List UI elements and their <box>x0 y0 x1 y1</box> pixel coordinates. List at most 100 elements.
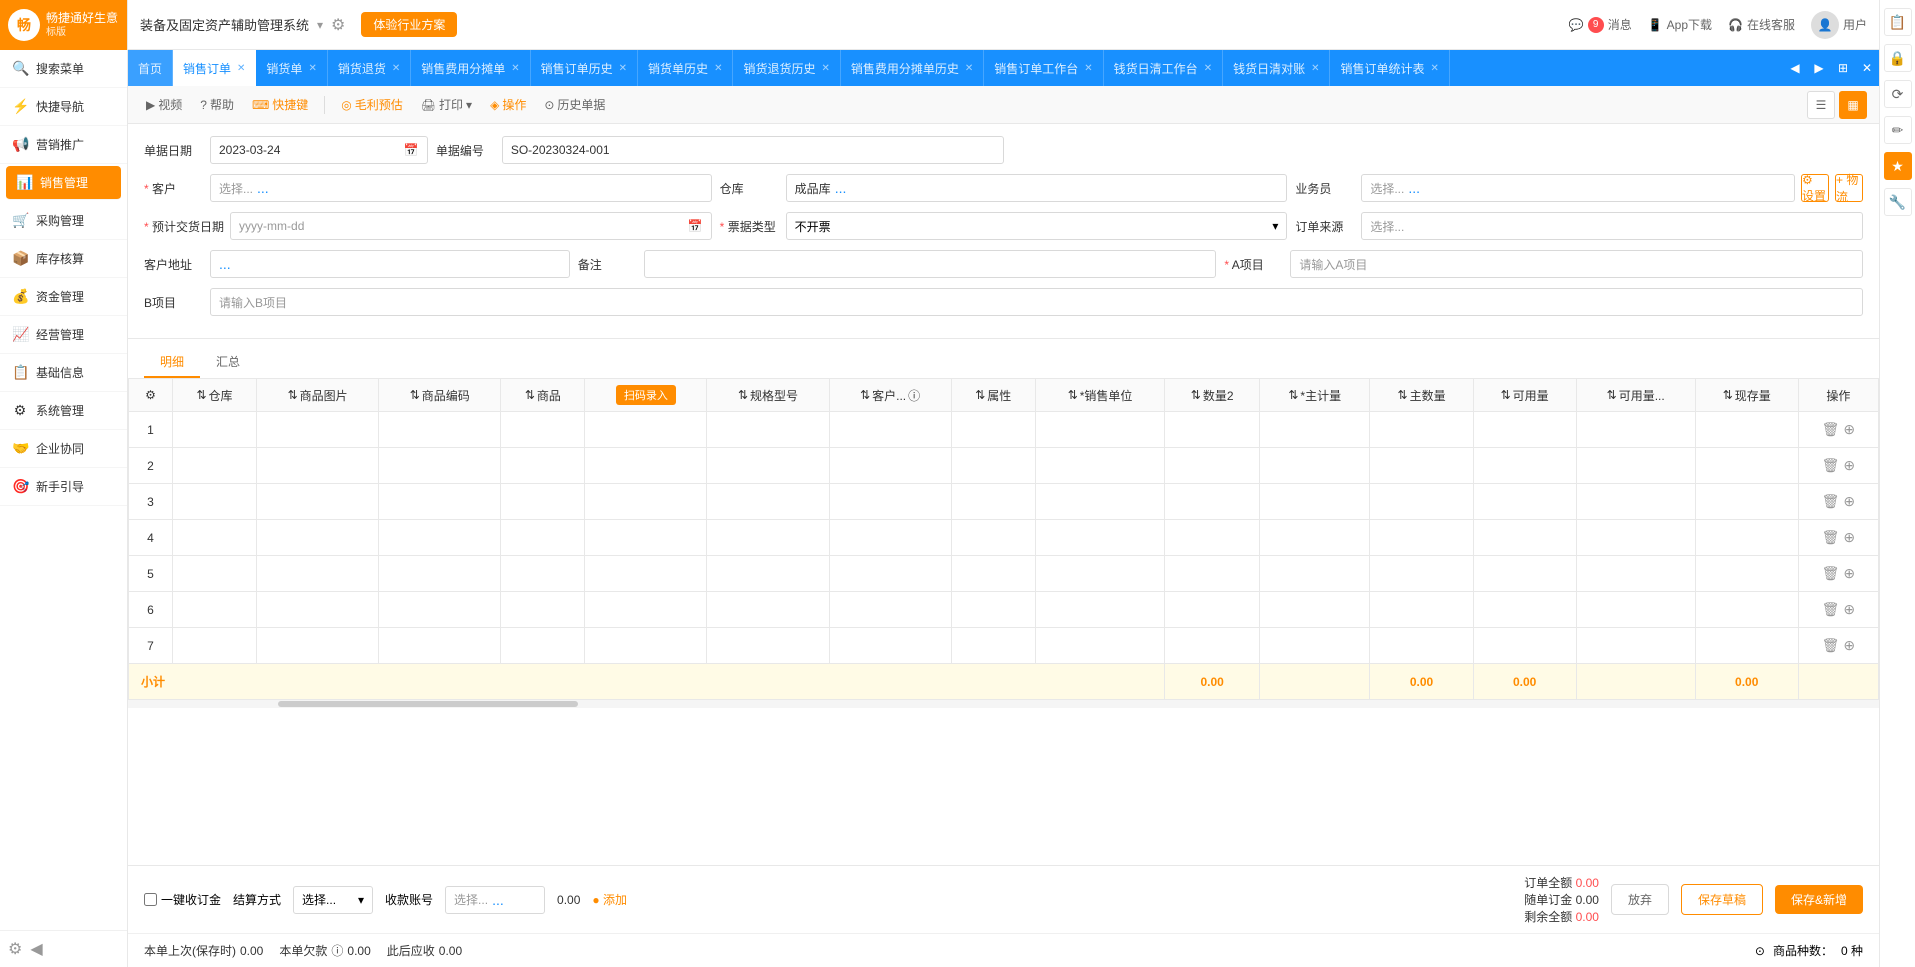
row-product-4[interactable] <box>501 556 585 592</box>
row-attr-4[interactable] <box>951 556 1035 592</box>
row-attr-6[interactable] <box>951 628 1035 664</box>
horizontal-scrollbar[interactable] <box>128 700 1879 708</box>
row-attr-0[interactable] <box>951 412 1035 448</box>
save-draft-btn[interactable]: 保存草稿 <box>1681 884 1763 915</box>
col-qty2[interactable]: ⇅ 数量2 <box>1165 379 1260 412</box>
message-btn[interactable]: 💬 9 消息 <box>1569 16 1632 33</box>
row-attr-5[interactable] <box>951 592 1035 628</box>
row-customer-6[interactable] <box>829 628 951 664</box>
settings-icon[interactable]: ⚙ <box>8 939 22 959</box>
invoice-select[interactable]: 不开票 ▾ <box>786 212 1288 240</box>
row-available2-5[interactable] <box>1576 592 1695 628</box>
row-attr-2[interactable] <box>951 484 1035 520</box>
row-customer-3[interactable] <box>829 520 951 556</box>
row-scan-3[interactable] <box>585 520 707 556</box>
history-btn[interactable]: ⊙ 历史单据 <box>538 94 611 115</box>
profit-btn[interactable]: ◎ 毛利预估 <box>335 94 409 115</box>
row-code-4[interactable] <box>379 556 501 592</box>
print-dropdown-icon[interactable]: ▾ <box>466 98 472 112</box>
row-action-4[interactable]: 🗑 ⊕ <box>1798 556 1878 592</box>
account-input[interactable]: 选择... ... <box>445 886 545 914</box>
right-panel-btn-2[interactable]: ⟳ <box>1884 80 1912 108</box>
row-stock-2[interactable] <box>1695 484 1798 520</box>
sidebar-item-0[interactable]: 🔍搜索菜单 <box>0 50 127 88</box>
tab-close-1[interactable]: ✕ <box>237 63 245 74</box>
col-spec[interactable]: ⇅ 规格型号 <box>707 379 829 412</box>
one-click-checkbox[interactable]: 一键收订金 <box>144 891 221 908</box>
tab-close-12[interactable]: ✕ <box>1431 63 1439 74</box>
row-code-0[interactable] <box>379 412 501 448</box>
row-delete-3[interactable]: 🗑 <box>1822 529 1840 546</box>
row-customer-1[interactable] <box>829 448 951 484</box>
row-stock-1[interactable] <box>1695 448 1798 484</box>
row-main-qty-4[interactable] <box>1370 556 1473 592</box>
sidebar-item-1[interactable]: ⚡快捷导航 <box>0 88 127 126</box>
row-unit-3[interactable] <box>1035 520 1165 556</box>
row-attr-3[interactable] <box>951 520 1035 556</box>
row-delete-6[interactable]: 🗑 <box>1822 637 1840 654</box>
address-input[interactable]: ... <box>210 250 570 278</box>
row-action-3[interactable]: 🗑 ⊕ <box>1798 520 1878 556</box>
row-copy-5[interactable]: ⊕ <box>1843 601 1855 618</box>
industry-btn[interactable]: 体验行业方案 <box>361 12 457 37</box>
row-copy-6[interactable]: ⊕ <box>1843 637 1855 654</box>
sidebar-item-4[interactable]: 🛒采购管理 <box>0 202 127 240</box>
layout-list-btn[interactable]: ☰ <box>1807 91 1835 119</box>
row-available-1[interactable] <box>1473 448 1576 484</box>
row-unit-5[interactable] <box>1035 592 1165 628</box>
row-customer-4[interactable] <box>829 556 951 592</box>
col-stock[interactable]: ⇅ 现存量 <box>1695 379 1798 412</box>
row-main-unit-4[interactable] <box>1259 556 1370 592</box>
row-delete-2[interactable]: 🗑 <box>1822 493 1840 510</box>
row-copy-2[interactable]: ⊕ <box>1843 493 1855 510</box>
col-product[interactable]: ⇅ 商品 <box>501 379 585 412</box>
salesperson-input[interactable]: 选择... ... <box>1361 174 1795 202</box>
row-code-2[interactable] <box>379 484 501 520</box>
scan-btn[interactable]: 扫码录入 <box>616 385 676 405</box>
save-new-btn[interactable]: 保存&新增 <box>1775 885 1863 914</box>
print-btn[interactable]: 🖨 打印 ▾ <box>415 94 478 115</box>
row-available-5[interactable] <box>1473 592 1576 628</box>
order-source-input[interactable]: 选择... <box>1361 212 1863 240</box>
row-product-2[interactable] <box>501 484 585 520</box>
tab-12[interactable]: 销售订单统计表✕ <box>1330 50 1449 86</box>
row-spec-4[interactable] <box>707 556 829 592</box>
row-image-3[interactable] <box>257 520 379 556</box>
tab-1[interactable]: 销售订单✕ <box>173 50 256 86</box>
sidebar-item-6[interactable]: 💰资金管理 <box>0 278 127 316</box>
settings-field-btn[interactable]: ⚙ 设置 <box>1801 174 1829 202</box>
sidebar-item-2[interactable]: 📢营销推广 <box>0 126 127 164</box>
col-main-unit[interactable]: ⇅ *主计量 <box>1259 379 1370 412</box>
row-attr-1[interactable] <box>951 448 1035 484</box>
tab-11[interactable]: 钱货日清对账✕ <box>1223 50 1330 86</box>
row-main-qty-3[interactable] <box>1370 520 1473 556</box>
row-main-qty-0[interactable] <box>1370 412 1473 448</box>
row-stock-5[interactable] <box>1695 592 1798 628</box>
tab-close-8[interactable]: ✕ <box>965 63 973 74</box>
dropdown-icon[interactable]: ▾ <box>317 18 323 32</box>
row-qty2-0[interactable] <box>1165 412 1260 448</box>
col-attr[interactable]: ⇅ 属性 <box>951 379 1035 412</box>
row-image-0[interactable] <box>257 412 379 448</box>
row-qty2-2[interactable] <box>1165 484 1260 520</box>
tab-2[interactable]: 销货单✕ <box>256 50 327 86</box>
customer-more-btn[interactable]: ... <box>257 180 269 196</box>
row-code-1[interactable] <box>379 448 501 484</box>
row-stock-3[interactable] <box>1695 520 1798 556</box>
tab-6[interactable]: 销货单历史✕ <box>638 50 733 86</box>
tab-5[interactable]: 销售订单历史✕ <box>531 50 638 86</box>
row-product-1[interactable] <box>501 448 585 484</box>
tab-close-3[interactable]: ✕ <box>392 63 400 74</box>
sidebar-item-9[interactable]: ⚙系统管理 <box>0 392 127 430</box>
row-main-qty-1[interactable] <box>1370 448 1473 484</box>
col-unit[interactable]: ⇅ *销售单位 <box>1035 379 1165 412</box>
remark-input[interactable] <box>644 250 1217 278</box>
row-spec-2[interactable] <box>707 484 829 520</box>
row-available-4[interactable] <box>1473 556 1576 592</box>
warehouse-more-btn[interactable]: ... <box>835 180 847 196</box>
row-unit-0[interactable] <box>1035 412 1165 448</box>
tab-close-btn[interactable]: ✕ <box>1855 50 1879 86</box>
row-image-2[interactable] <box>257 484 379 520</box>
tab-close-5[interactable]: ✕ <box>619 63 627 74</box>
tab-9[interactable]: 销售订单工作台✕ <box>984 50 1103 86</box>
